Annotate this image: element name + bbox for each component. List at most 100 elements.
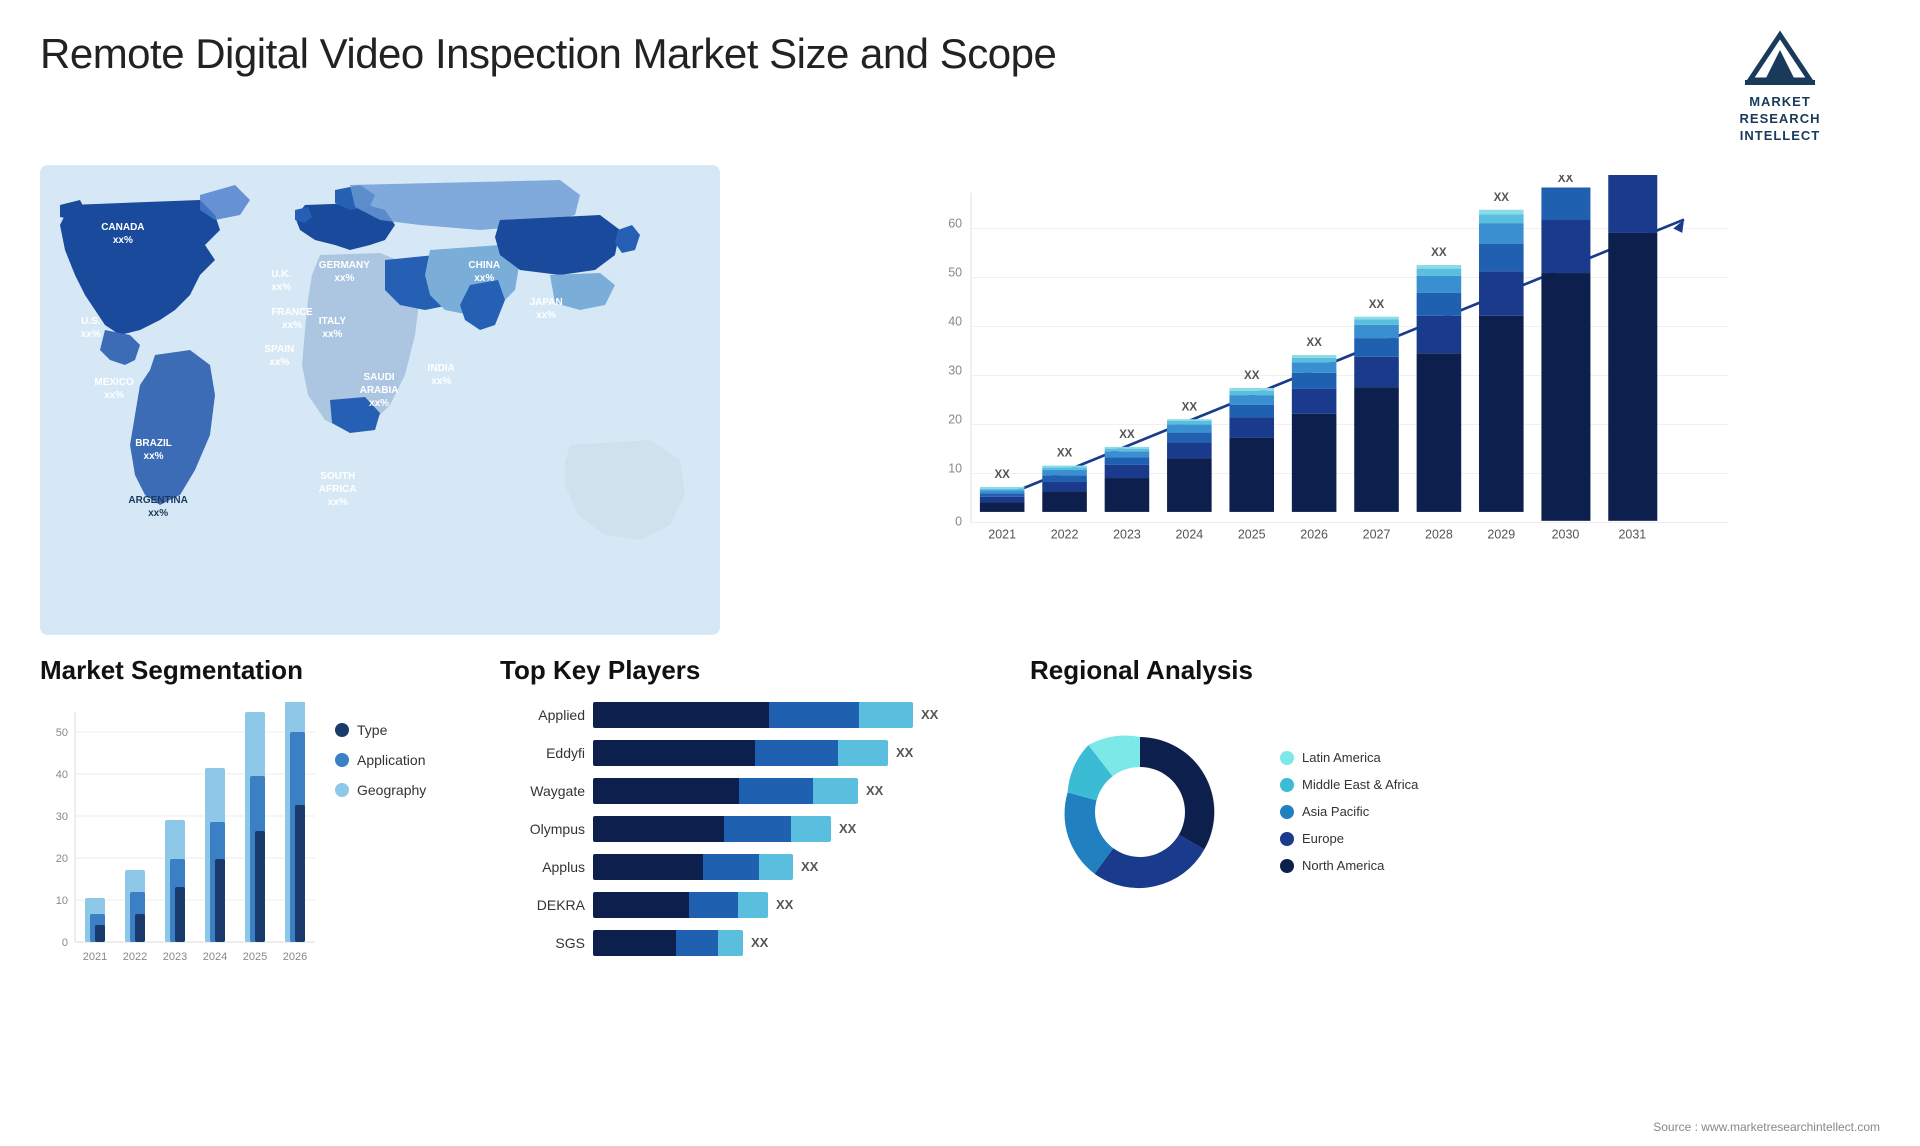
legend-geography: Geography xyxy=(335,782,426,798)
svg-text:2023: 2023 xyxy=(163,951,187,963)
player-name-dekra: DEKRA xyxy=(500,897,585,913)
svg-text:2021: 2021 xyxy=(83,951,107,963)
svg-text:XX: XX xyxy=(1306,337,1322,349)
svg-text:2026: 2026 xyxy=(283,951,307,963)
legend-label-application: Application xyxy=(357,752,426,768)
player-value-eddyfi: XX xyxy=(896,745,913,760)
page-title: Remote Digital Video Inspection Market S… xyxy=(40,30,1056,78)
legend-dot-mea xyxy=(1280,778,1294,792)
svg-text:XX: XX xyxy=(1369,298,1385,310)
svg-text:30: 30 xyxy=(56,811,68,823)
bar-chart-container: 0 10 20 30 40 50 60 xyxy=(740,165,1880,635)
svg-text:XX: XX xyxy=(994,469,1010,481)
svg-text:20: 20 xyxy=(56,853,68,865)
svg-text:2031: 2031 xyxy=(1618,527,1646,541)
legend-label-latin: Latin America xyxy=(1302,750,1381,765)
svg-text:30: 30 xyxy=(948,363,962,377)
legend-item-europe: Europe xyxy=(1280,831,1418,846)
legend-dot-application xyxy=(335,753,349,767)
segmentation-chart: 0 10 20 30 40 50 2021 2022 2023 2024 202… xyxy=(40,702,320,982)
svg-text:XX: XX xyxy=(1057,447,1073,459)
legend-item-apac: Asia Pacific xyxy=(1280,804,1418,819)
map-label-france: FRANCExx% xyxy=(271,306,313,332)
legend-item-latin: Latin America xyxy=(1280,750,1418,765)
svg-text:2024: 2024 xyxy=(1175,527,1203,541)
map-label-southafrica: SOUTHAFRICAxx% xyxy=(319,470,357,509)
map-label-saudi: SAUDIARABIAxx% xyxy=(360,371,399,410)
player-bar-olympus xyxy=(593,816,831,842)
donut-chart xyxy=(1030,702,1250,922)
top-section: CANADAxx% U.S.xx% MEXICOxx% BRAZILxx% AR… xyxy=(40,155,1880,635)
legend-type: Type xyxy=(335,722,426,738)
svg-text:XX: XX xyxy=(1494,192,1510,204)
legend-dot-apac xyxy=(1280,805,1294,819)
logo-text: MARKET RESEARCH INTELLECT xyxy=(1740,94,1821,145)
map-label-china: CHINAxx% xyxy=(468,259,500,285)
source-text: Source : www.marketresearchintellect.com xyxy=(1653,1120,1880,1134)
map-label-brazil: BRAZILxx% xyxy=(135,437,172,463)
legend-dot-europe xyxy=(1280,832,1294,846)
legend-label-type: Type xyxy=(357,722,387,738)
legend-item-northamerica: North America xyxy=(1280,858,1418,873)
player-row-dekra: DEKRA XX xyxy=(500,892,1000,918)
logo-area: MARKET RESEARCH INTELLECT xyxy=(1680,30,1880,145)
svg-text:0: 0 xyxy=(955,514,962,528)
map-label-india: INDIAxx% xyxy=(428,362,455,388)
player-name-olympus: Olympus xyxy=(500,821,585,837)
player-value-applied: XX xyxy=(921,707,938,722)
svg-text:2028: 2028 xyxy=(1425,527,1453,541)
svg-text:2025: 2025 xyxy=(1238,527,1266,541)
player-value-dekra: XX xyxy=(776,897,793,912)
regional-title: Regional Analysis xyxy=(1030,655,1860,686)
svg-text:2021: 2021 xyxy=(988,527,1016,541)
legend-label-apac: Asia Pacific xyxy=(1302,804,1369,819)
legend-dot-type xyxy=(335,723,349,737)
map-label-germany: GERMANYxx% xyxy=(319,259,370,285)
map-label-us: U.S.xx% xyxy=(81,315,101,341)
svg-text:50: 50 xyxy=(948,265,962,279)
player-name-sgs: SGS xyxy=(500,935,585,951)
legend-application: Application xyxy=(335,752,426,768)
player-row-olympus: Olympus XX xyxy=(500,816,1000,842)
svg-text:2026: 2026 xyxy=(1300,527,1328,541)
legend-label-geography: Geography xyxy=(357,782,426,798)
player-row-applus: Applus XX xyxy=(500,854,1000,880)
player-row-eddyfi: Eddyfi XX xyxy=(500,740,1000,766)
svg-text:20: 20 xyxy=(948,412,962,426)
player-name-applied: Applied xyxy=(500,707,585,723)
world-map: CANADAxx% U.S.xx% MEXICOxx% BRAZILxx% AR… xyxy=(40,165,720,635)
segmentation-section: Market Segmentation 0 10 20 30 40 50 xyxy=(40,655,470,1035)
map-label-canada: CANADAxx% xyxy=(101,221,144,247)
svg-text:2023: 2023 xyxy=(1113,527,1141,541)
map-label-italy: ITALYxx% xyxy=(319,315,346,341)
svg-text:10: 10 xyxy=(56,895,68,907)
player-bar-waygate xyxy=(593,778,858,804)
legend-dot-northamerica xyxy=(1280,859,1294,873)
legend-dot-latin xyxy=(1280,751,1294,765)
player-name-applus: Applus xyxy=(500,859,585,875)
regional-section: Regional Analysis xyxy=(1030,655,1880,1035)
player-row-sgs: SGS XX xyxy=(500,930,1000,956)
svg-text:40: 40 xyxy=(56,769,68,781)
svg-text:XX: XX xyxy=(1431,247,1447,259)
svg-text:2030: 2030 xyxy=(1552,527,1580,541)
player-bar-applied xyxy=(593,702,913,728)
player-name-waygate: Waygate xyxy=(500,783,585,799)
map-label-uk: U.K.xx% xyxy=(271,268,291,294)
svg-text:XX: XX xyxy=(1244,370,1260,382)
player-name-eddyfi: Eddyfi xyxy=(500,745,585,761)
svg-text:2025: 2025 xyxy=(243,951,267,963)
key-players-title: Top Key Players xyxy=(500,655,1000,686)
legend-label-europe: Europe xyxy=(1302,831,1344,846)
player-bar-dekra xyxy=(593,892,768,918)
player-value-waygate: XX xyxy=(866,783,883,798)
svg-text:0: 0 xyxy=(62,937,68,949)
logo-icon xyxy=(1740,30,1820,90)
regional-legend: Latin America Middle East & Africa Asia … xyxy=(1280,750,1418,873)
svg-text:XX: XX xyxy=(1182,401,1198,413)
svg-text:2029: 2029 xyxy=(1487,527,1515,541)
svg-text:50: 50 xyxy=(56,727,68,739)
svg-text:XX: XX xyxy=(1119,429,1135,441)
map-label-argentina: ARGENTINAxx% xyxy=(128,494,187,520)
svg-text:2022: 2022 xyxy=(1051,527,1079,541)
